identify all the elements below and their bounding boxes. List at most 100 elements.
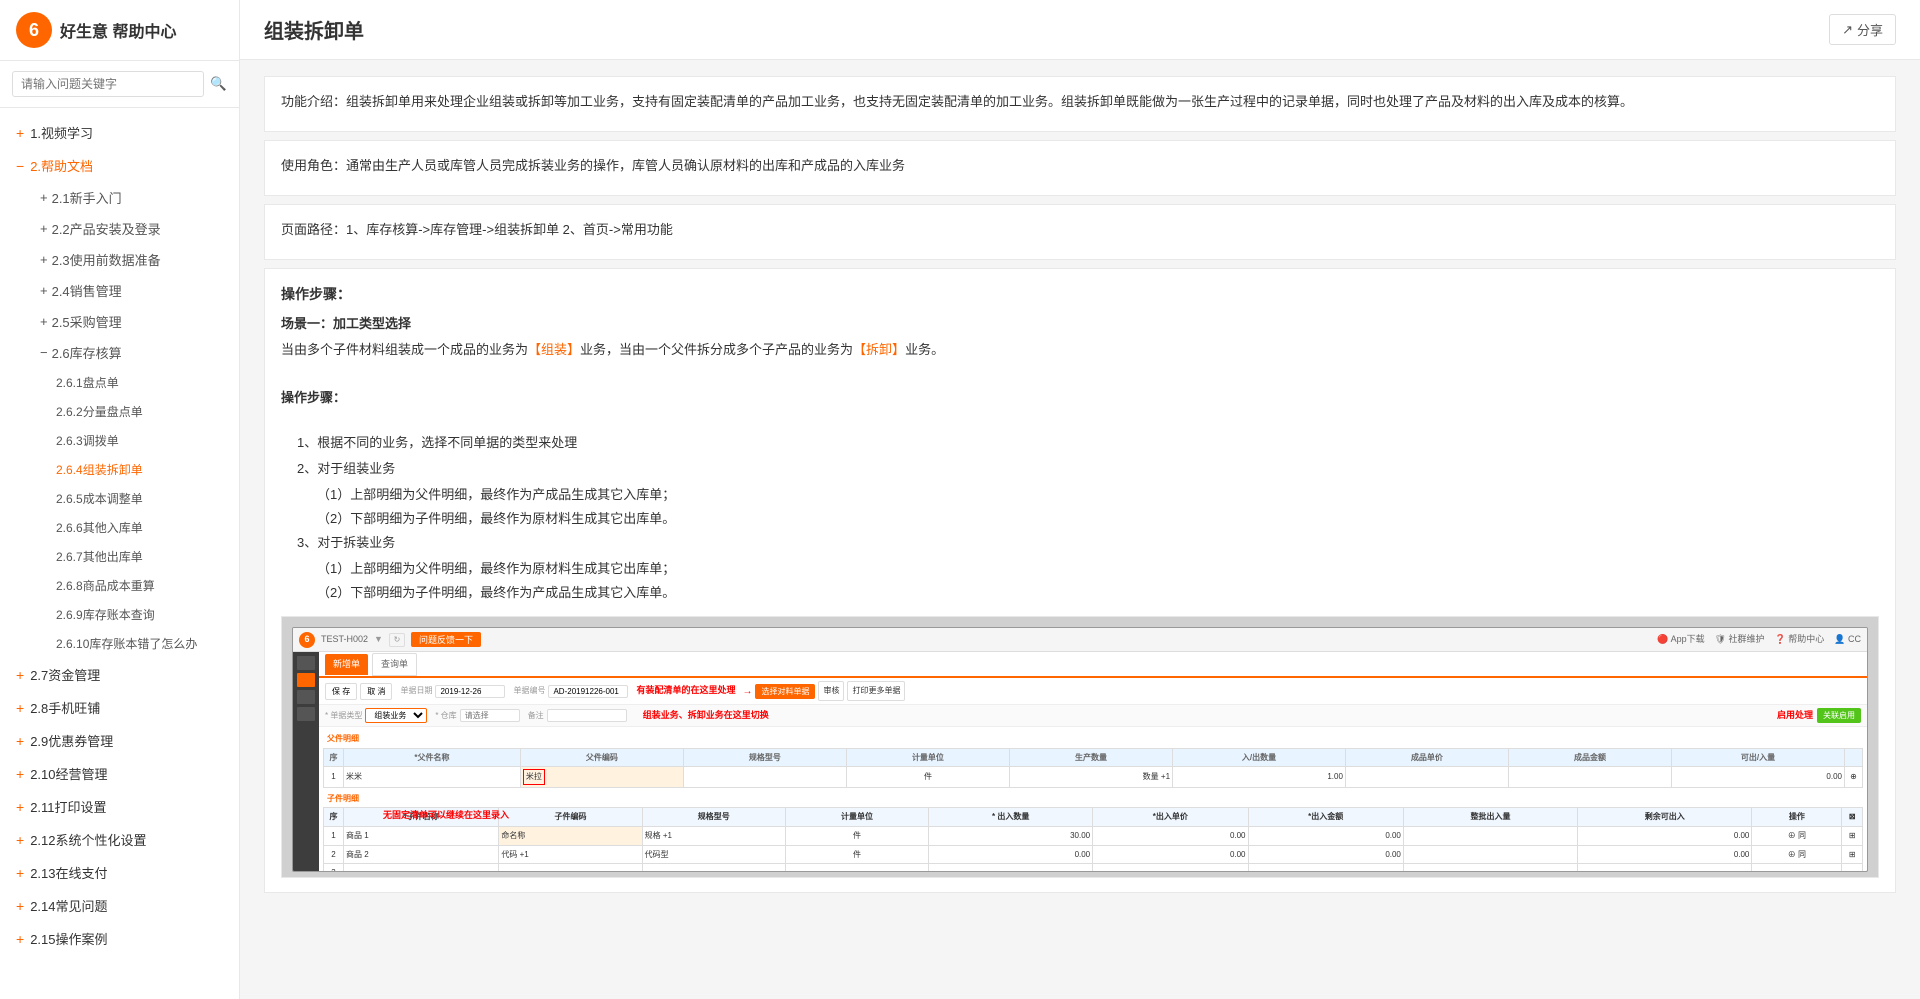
annotation-type: 组装业务、拆卸业务在这里切换 bbox=[643, 708, 769, 723]
path-text: 页面路径：1、库存核算->库存管理->组装拆卸单 2、首页->常用功能 bbox=[281, 219, 1879, 241]
child-table: 序 *子件名称 子件编码 规格型号 计量单位 * 出入数量 *出入单价 bbox=[323, 807, 1863, 871]
app-tab-active[interactable]: 新增单 bbox=[325, 654, 368, 675]
nav-group-2-11-title[interactable]: + 2.11打印设置 bbox=[0, 790, 239, 823]
nav-group-2-14-title[interactable]: + 2.14常见问题 bbox=[0, 889, 239, 922]
nav-group-2: − 2.帮助文档 + 2.1新手入门 + 2.2产品安装及登录 + 2.3使用前… bbox=[0, 149, 239, 658]
step2-sub1: （1）上部明细为父件明细，最终作为产成品生成其它入库单； bbox=[317, 484, 1879, 506]
collapse-icon-2: − bbox=[16, 158, 24, 174]
sidebar-item-2-1[interactable]: + 2.1新手入门 bbox=[24, 182, 239, 213]
leaf-2-6-9[interactable]: 2.6.9库存账本查询 bbox=[24, 600, 239, 629]
nav-group-2-9-title[interactable]: + 2.9优惠券管理 bbox=[0, 724, 239, 757]
btn-select-bom[interactable]: 选择对料单据 bbox=[755, 684, 815, 699]
nav-group-2-11: + 2.11打印设置 bbox=[0, 790, 239, 823]
app-mini-sidebar bbox=[293, 652, 319, 871]
nav-group-2-13: + 2.13在线支付 bbox=[0, 856, 239, 889]
app-tab-list[interactable]: 查询单 bbox=[372, 653, 417, 676]
intro-block: 功能介绍：组装拆卸单用来处理企业组装或拆卸等加工业务，支持有固定装配清单的产品加… bbox=[264, 76, 1896, 132]
app-body: 新增单 查询单 保 存 取 消 bbox=[293, 652, 1867, 871]
btn-cancel[interactable]: 取 消 bbox=[360, 683, 392, 700]
steps-block: 操作步骤： 场景一：加工类型选择 当由多个子件材料组装成一个成品的业务为【组装】… bbox=[264, 268, 1896, 893]
lower-area: 子件明细 无固定清单可以继续在这里录入 序 *子件名称 bbox=[323, 790, 1863, 871]
scenario1-desc: 当由多个子件材料组装成一个成品的业务为【组装】业务，当由一个父件拆分成多个子产品… bbox=[281, 339, 1879, 361]
toolbar-actions: 保 存 取 消 bbox=[325, 683, 392, 700]
sidebar-item-2-5[interactable]: + 2.5采购管理 bbox=[24, 306, 239, 337]
type-select[interactable]: 组装业务 拆卸业务 bbox=[365, 708, 427, 723]
logo-text: 好生意 帮助中心 bbox=[60, 18, 176, 42]
nav-group-1-title[interactable]: + 1.视频学习 bbox=[0, 116, 239, 149]
parent-row-1: 1 米米 米拉 件 数量 +1 bbox=[324, 767, 1863, 788]
share-button[interactable]: ↗ 分享 bbox=[1829, 14, 1896, 45]
nav-group-2-8-title[interactable]: + 2.8手机旺铺 bbox=[0, 691, 239, 724]
nav-group-2-13-title[interactable]: + 2.13在线支付 bbox=[0, 856, 239, 889]
leaf-2-6-8[interactable]: 2.6.8商品成本重算 bbox=[24, 571, 239, 600]
leaf-2-6-6[interactable]: 2.6.6其他入库单 bbox=[24, 513, 239, 542]
btn-print[interactable]: 打印更多单据 bbox=[847, 681, 905, 701]
nav-group-2-7: + 2.7资金管理 bbox=[0, 658, 239, 691]
leaf-2-6-5[interactable]: 2.6.5成本调整单 bbox=[24, 484, 239, 513]
nav-group-2-children: + 2.1新手入门 + 2.2产品安装及登录 + 2.3使用前数据准备 + 2.… bbox=[0, 182, 239, 658]
role-block: 使用角色：通常由生产人员或库管人员完成拆装业务的操作，库管人员确认原材料的出库和… bbox=[264, 140, 1896, 196]
step3-sub2: （2）下部明细为子件明细，最终作为产成品生成其它入库单。 bbox=[317, 582, 1879, 604]
step3: 3、对于拆装业务 bbox=[297, 532, 1879, 554]
app-topbar: 6 TEST-H002 ▼ ↻ 问题反馈一下 🔴 App下载 🛡 社群维护 ❓ … bbox=[293, 628, 1867, 652]
warehouse-input[interactable] bbox=[460, 709, 520, 722]
date-input[interactable] bbox=[435, 685, 505, 698]
billno-input[interactable] bbox=[548, 685, 628, 698]
app-topbar-right: 🔴 App下载 🛡 社群维护 ❓ 帮助中心 👤 CC bbox=[1657, 632, 1861, 647]
screenshot-container: 6 TEST-H002 ▼ ↻ 问题反馈一下 🔴 App下载 🛡 社群维护 ❓ … bbox=[281, 616, 1879, 878]
nav-group-2-10-title[interactable]: + 2.10经营管理 bbox=[0, 757, 239, 790]
annotation-enable: 启用处理 bbox=[1777, 708, 1813, 723]
nav-group-2-15-title[interactable]: + 2.15操作案例 bbox=[0, 922, 239, 955]
child-row-3: 3 bbox=[324, 864, 1863, 871]
sidebar-item-2-4[interactable]: + 2.4销售管理 bbox=[24, 275, 239, 306]
upper-table-label: 父件明细 bbox=[323, 730, 1863, 748]
step2-sub2: （2）下部明细为子件明细，最终作为原材料生成其它出库单。 bbox=[317, 508, 1879, 530]
lower-table-label: 子件明细 bbox=[323, 790, 1863, 808]
leaf-2-6-10[interactable]: 2.6.10库存账本错了怎么办 bbox=[24, 629, 239, 658]
nav-group-2-12-title[interactable]: + 2.12系统个性化设置 bbox=[0, 823, 239, 856]
scenario1-title: 场景一：加工类型选择 bbox=[281, 313, 1879, 335]
app-main: 新增单 查询单 保 存 取 消 bbox=[319, 652, 1867, 871]
field-billno: 单据编号 bbox=[513, 684, 628, 698]
main-area: 组装拆卸单 ↗ 分享 功能介绍：组装拆卸单用来处理企业组装或拆卸等加工业务，支持… bbox=[240, 0, 1920, 999]
search-button[interactable]: 🔍 bbox=[210, 76, 227, 92]
nav-group-2-6-children: 2.6.1盘点单 2.6.2分量盘点单 2.6.3调拨单 2.6.4组装拆卸单 … bbox=[24, 368, 239, 658]
intro-text: 功能介绍：组装拆卸单用来处理企业组装或拆卸等加工业务，支持有固定装配清单的产品加… bbox=[281, 91, 1879, 113]
leaf-2-6-1[interactable]: 2.6.1盘点单 bbox=[24, 368, 239, 397]
main-header: 组装拆卸单 ↗ 分享 bbox=[240, 0, 1920, 60]
annotation-nofixed: 无固定清单可以继续在这里录入 bbox=[383, 808, 509, 823]
logo-area: 6 好生意 帮助中心 bbox=[0, 0, 239, 61]
role-text: 使用角色：通常由生产人员或库管人员完成拆装业务的操作，库管人员确认原材料的出库和… bbox=[281, 155, 1879, 177]
app-company: TEST-H002 bbox=[321, 632, 368, 647]
btn-enable[interactable]: 关联启用 bbox=[1817, 708, 1861, 723]
nav-group-2-15: + 2.15操作案例 bbox=[0, 922, 239, 955]
sidebar-item-2-6[interactable]: − 2.6库存核算 bbox=[24, 337, 239, 368]
nav-group-2-7-title[interactable]: + 2.7资金管理 bbox=[0, 658, 239, 691]
nav-group-2-12: + 2.12系统个性化设置 bbox=[0, 823, 239, 856]
sidebar-item-2-3[interactable]: + 2.3使用前数据准备 bbox=[24, 244, 239, 275]
btn-save[interactable]: 保 存 bbox=[325, 683, 357, 700]
search-input[interactable] bbox=[12, 71, 204, 97]
app-refresh: ↻ bbox=[389, 633, 405, 647]
leaf-2-6-3[interactable]: 2.6.3调拨单 bbox=[24, 426, 239, 455]
app-window: 6 TEST-H002 ▼ ↻ 问题反馈一下 🔴 App下载 🛡 社群维护 ❓ … bbox=[292, 627, 1868, 872]
remark-input[interactable] bbox=[547, 709, 627, 722]
sidebar-item-2-2[interactable]: + 2.2产品安装及登录 bbox=[24, 213, 239, 244]
leaf-2-6-4[interactable]: 2.6.4组装拆卸单 bbox=[24, 455, 239, 484]
app-form-row2: * 单据类型 组装业务 拆卸业务 * 仓库 bbox=[319, 705, 1867, 727]
app-main-nav-btn[interactable]: 问题反馈一下 bbox=[411, 632, 481, 647]
btn-more[interactable]: 审核 bbox=[818, 681, 844, 701]
nav-group-2-14: + 2.14常见问题 bbox=[0, 889, 239, 922]
field-date: 单据日期 bbox=[400, 684, 505, 698]
nav-group-2-title[interactable]: − 2.帮助文档 bbox=[0, 149, 239, 182]
leaf-2-6-2[interactable]: 2.6.2分量盘点单 bbox=[24, 397, 239, 426]
parent-code-cell: 米拉 bbox=[523, 769, 545, 785]
steps-title: 操作步骤： bbox=[281, 283, 1879, 307]
page-title: 组装拆卸单 bbox=[264, 15, 364, 44]
app-logo: 6 bbox=[299, 632, 315, 648]
step3-sub1: （1）上部明细为父件明细，最终作为原材料生成其它出库单； bbox=[317, 558, 1879, 580]
step2: 2、对于组装业务 bbox=[297, 458, 1879, 480]
leaf-2-6-7[interactable]: 2.6.7其他出库单 bbox=[24, 542, 239, 571]
child-row-2: 2 商品 2 代码 +1 代码型 件 0.00 0.00 bbox=[324, 845, 1863, 864]
step1: 1、根据不同的业务，选择不同单据的类型来处理 bbox=[297, 432, 1879, 454]
